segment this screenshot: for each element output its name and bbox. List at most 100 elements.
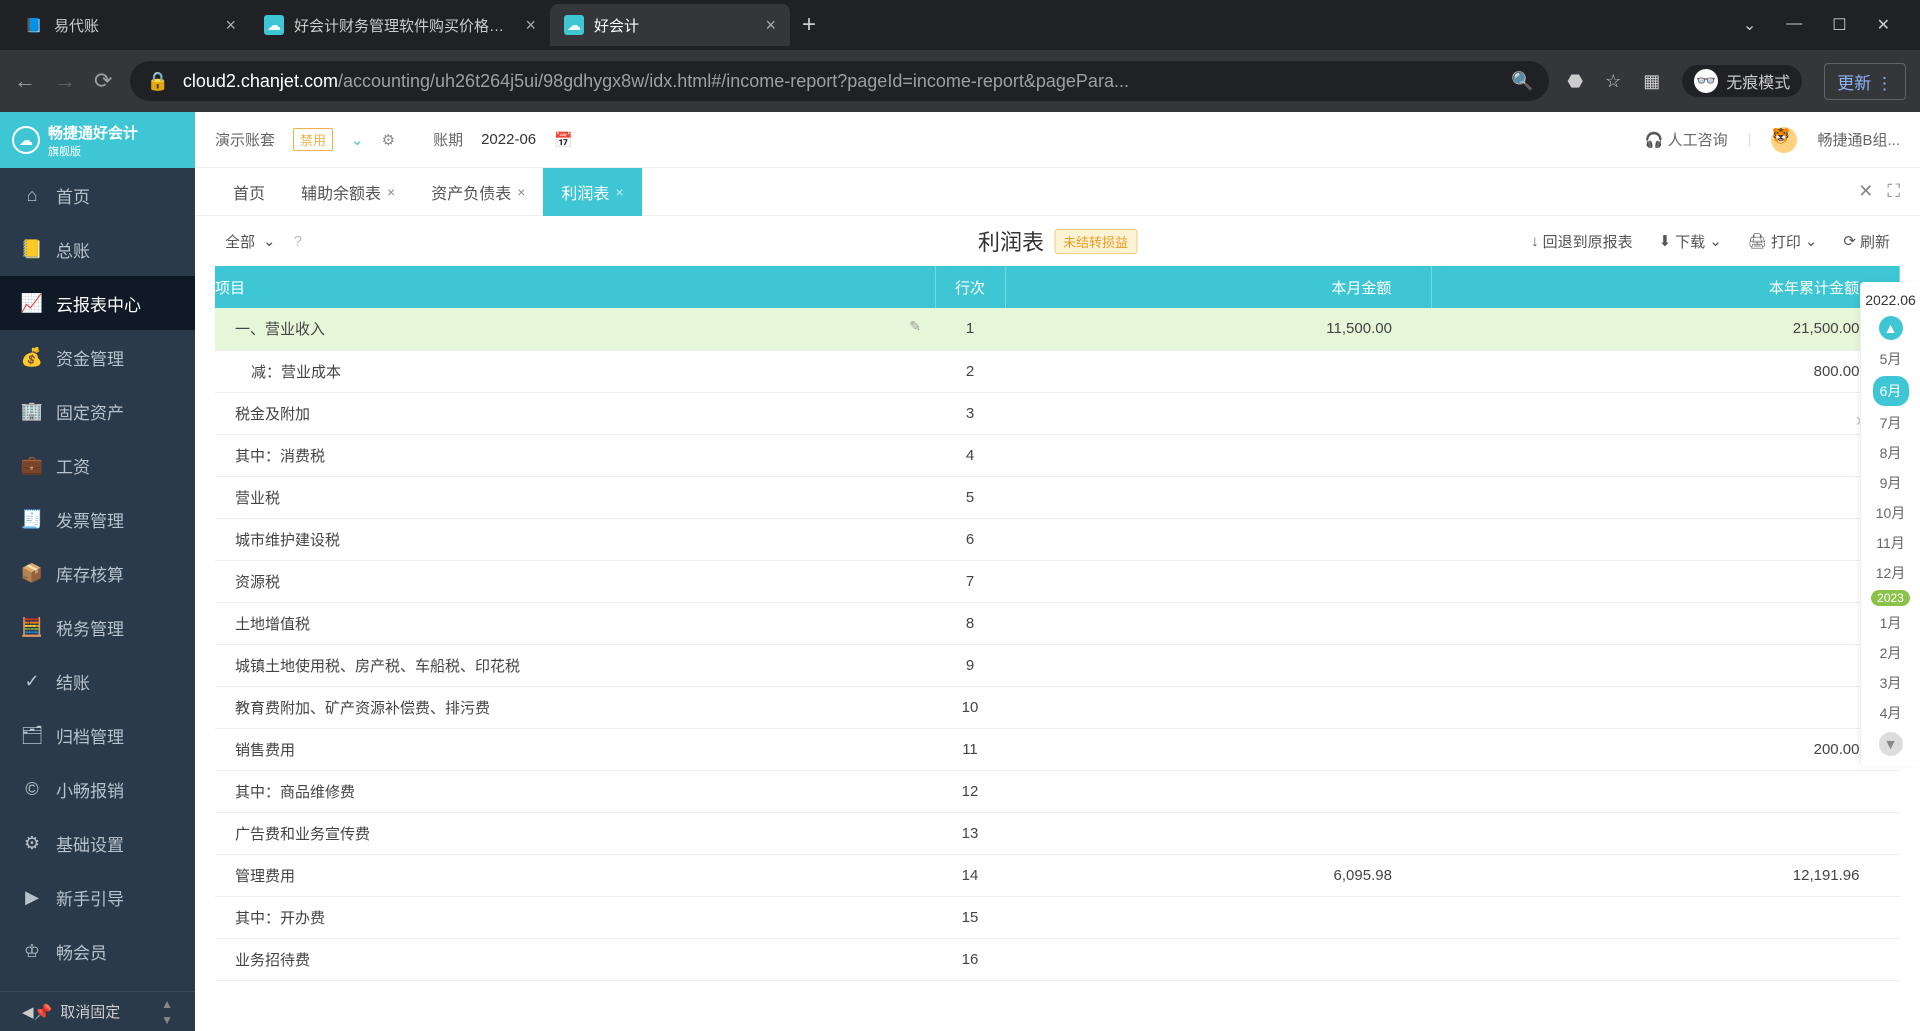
browser-tab-1[interactable]: ☁ 好会计财务管理软件购买价格及… × (250, 4, 550, 46)
close-icon[interactable]: × (517, 184, 525, 200)
sidebar-item-5[interactable]: 💼工资 (0, 438, 195, 492)
browser-tab-2[interactable]: ☁ 好会计 × (550, 4, 790, 46)
table-row[interactable]: 城镇土地使用税、房产税、车船税、印花税 9 (215, 644, 1900, 686)
puzzle-icon[interactable]: ▦ (1643, 71, 1660, 92)
table-row[interactable]: 税金及附加 3 (215, 392, 1900, 434)
zoom-icon[interactable]: 🔍 (1511, 71, 1533, 92)
fullscreen-icon[interactable]: ⛶ (1887, 181, 1900, 202)
table-row[interactable]: 土地增值税 8 (215, 602, 1900, 644)
sidebar-item-label: 新手引导 (56, 885, 124, 910)
cell-item: 管理费用 (215, 854, 935, 896)
star-icon[interactable]: ☆ (1605, 71, 1621, 92)
rail-month[interactable]: 6月 (1873, 376, 1909, 406)
update-button[interactable]: 更新 ⋮ (1824, 63, 1906, 100)
sidebar-item-12[interactable]: ⚙基础设置 (0, 816, 195, 870)
rail-month[interactable]: 2月 (1880, 638, 1902, 668)
help-icon[interactable]: ? (294, 233, 302, 250)
disable-chip[interactable]: 禁用 (293, 128, 333, 151)
forward-button[interactable]: → (54, 68, 76, 94)
page-tab-2[interactable]: 资产负债表× (413, 168, 543, 216)
new-tab-button[interactable]: + (802, 11, 816, 39)
gear-icon[interactable]: ⚙ (382, 131, 395, 149)
year-chip[interactable]: 2023 (1871, 590, 1910, 606)
sidebar-item-1[interactable]: 📒总账 (0, 222, 195, 276)
sidebar-item-11[interactable]: ©小畅报销 (0, 762, 195, 816)
chevron-down-icon[interactable]: ⌄ (351, 131, 364, 149)
sidebar-item-4[interactable]: 🏢固定资产 (0, 384, 195, 438)
maximize-icon[interactable]: ☐ (1832, 15, 1846, 35)
period-value[interactable]: 2022-06 (481, 131, 536, 148)
rail-month[interactable]: 7月 (1873, 408, 1909, 438)
minimize-icon[interactable]: — (1786, 15, 1802, 35)
rail-month[interactable]: 11月 (1873, 528, 1909, 558)
logo[interactable]: ☁ 畅捷通好会计 旗舰版 (0, 112, 195, 168)
account-name[interactable]: 演示账套 (215, 129, 275, 150)
sidebar-item-13[interactable]: ▶新手引导 (0, 870, 195, 924)
sidebar-item-8[interactable]: 🧮税务管理 (0, 600, 195, 654)
th-line: 行次 (935, 266, 1005, 308)
support-button[interactable]: 🎧 人工咨询 (1645, 129, 1728, 150)
sidebar-item-7[interactable]: 📦库存核算 (0, 546, 195, 600)
url-input[interactable]: 🔒 cloud2.chanjet.com/accounting/uh26t264… (130, 61, 1549, 101)
table-row[interactable]: 管理费用 14 6,095.98 12,191.96 (215, 854, 1900, 896)
sidebar-item-2[interactable]: 📈云报表中心 (0, 276, 195, 330)
close-window-icon[interactable]: ✕ (1877, 15, 1890, 35)
close-icon[interactable]: × (387, 184, 395, 200)
cloud-icon: ☁ (12, 126, 40, 154)
revert-button[interactable]: ↓ 回退到原报表 (1531, 231, 1633, 252)
table-row[interactable]: 一、营业收入✎ 1 11,500.00 21,500.00 (215, 308, 1900, 350)
sidebar-item-0[interactable]: ⌂首页 (0, 168, 195, 222)
rail-month[interactable]: 8月 (1873, 438, 1909, 468)
table-row[interactable]: 其中：商品维修费 12 (215, 770, 1900, 812)
table-row[interactable]: 教育费附加、矿产资源补偿费、排污费 10 (215, 686, 1900, 728)
page-tab-3[interactable]: 利润表× (543, 168, 641, 216)
sidebar-unpin[interactable]: ◀📌 取消固定 ▲▼ (0, 991, 195, 1031)
table-row[interactable]: 其中：开办费 15 (215, 896, 1900, 938)
close-icon[interactable]: × (765, 15, 776, 36)
back-button[interactable]: ← (14, 68, 36, 94)
rail-down-button[interactable]: ▼ (1879, 732, 1903, 756)
page-tab-label: 首页 (233, 180, 265, 204)
period-rail: 2022.06 ▲ 5月6月7月8月9月10月11月12月 2023 1月2月3… (1860, 282, 1920, 766)
avatar[interactable]: 🐯 (1771, 127, 1797, 153)
sidebar-item-10[interactable]: 🗂归档管理 (0, 708, 195, 762)
table-row[interactable]: 广告费和业务宣传费 13 (215, 812, 1900, 854)
sidebar-scroll-icon[interactable]: ▲▼ (161, 997, 173, 1027)
page-tab-0[interactable]: 首页 (215, 168, 283, 216)
table-row[interactable]: 业务招待费 16 (215, 938, 1900, 980)
table-row[interactable]: 减：营业成本 2 800.00 (215, 350, 1900, 392)
print-button[interactable]: 🖨 打印 ⌄ (1748, 231, 1818, 252)
rail-month[interactable]: 3月 (1880, 668, 1902, 698)
calendar-icon[interactable]: 📅 (554, 131, 573, 149)
rail-month[interactable]: 10月 (1873, 498, 1909, 528)
username[interactable]: 畅捷通B组... (1817, 129, 1900, 150)
close-icon[interactable]: × (225, 15, 236, 36)
browser-tab-0[interactable]: 📘 易代账 × (10, 4, 250, 46)
table-row[interactable]: 销售费用 11 200.00 (215, 728, 1900, 770)
rail-month[interactable]: 12月 (1873, 558, 1909, 588)
edit-icon[interactable]: ✎ (909, 318, 921, 335)
filter-dropdown[interactable]: 全部 ⌄ (225, 231, 276, 252)
close-icon[interactable]: × (615, 184, 623, 200)
refresh-button[interactable]: ⟳ 刷新 (1843, 231, 1890, 252)
table-row[interactable]: 资源税 7 (215, 560, 1900, 602)
rail-month[interactable]: 1月 (1880, 608, 1902, 638)
page-tab-1[interactable]: 辅助余额表× (283, 168, 413, 216)
table-row[interactable]: 营业税 5 (215, 476, 1900, 518)
sidebar-item-6[interactable]: 🧾发票管理 (0, 492, 195, 546)
table-row[interactable]: 城市维护建设税 6 (215, 518, 1900, 560)
rail-up-button[interactable]: ▲ (1879, 316, 1903, 340)
rail-month[interactable]: 9月 (1873, 468, 1909, 498)
sidebar-item-3[interactable]: 💰资金管理 (0, 330, 195, 384)
rail-month[interactable]: 5月 (1873, 344, 1909, 374)
extension-icon[interactable]: ⬣ (1567, 71, 1583, 92)
chevron-down-icon[interactable]: ⌄ (1743, 15, 1756, 35)
reload-button[interactable]: ⟳ (94, 68, 112, 94)
sidebar-item-14[interactable]: ♔畅会员 (0, 924, 195, 978)
rail-month[interactable]: 4月 (1880, 698, 1902, 728)
download-button[interactable]: ⬇ 下载 ⌄ (1659, 231, 1722, 252)
close-all-icon[interactable]: ✕ (1858, 181, 1873, 202)
close-icon[interactable]: × (525, 15, 536, 36)
sidebar-item-9[interactable]: ✓结账 (0, 654, 195, 708)
table-row[interactable]: 其中：消费税 4 (215, 434, 1900, 476)
